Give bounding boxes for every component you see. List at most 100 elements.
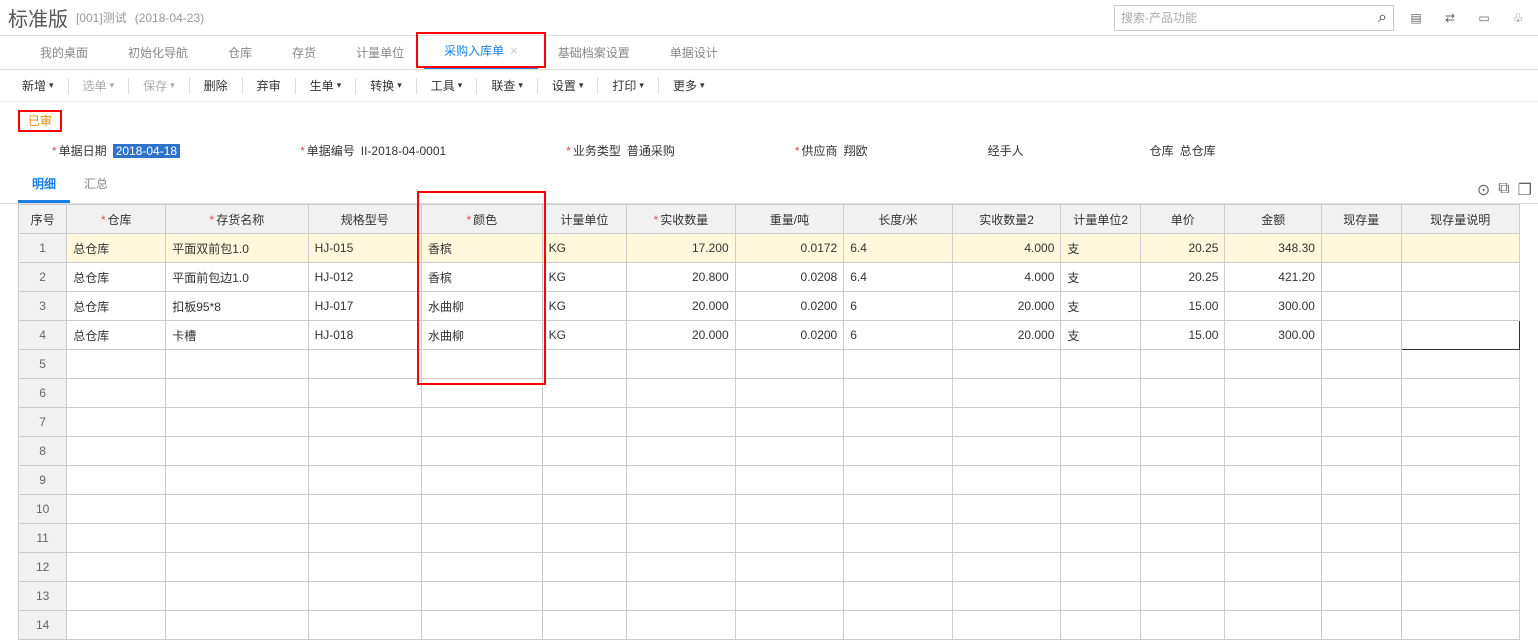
cell-len[interactable]: 6 [844, 321, 953, 350]
toolbar-保存[interactable]: 保存▾ [135, 77, 183, 94]
cell-empty[interactable] [627, 524, 736, 553]
cell-empty[interactable] [308, 379, 421, 408]
cell-empty[interactable] [735, 408, 844, 437]
cell-empty[interactable] [421, 553, 542, 582]
cell-empty[interactable] [542, 408, 626, 437]
col-7[interactable]: 重量/吨 [735, 205, 844, 234]
cell-empty[interactable] [1401, 582, 1519, 611]
cell-empty[interactable] [952, 466, 1061, 495]
cell-empty[interactable] [1321, 611, 1401, 640]
cell-empty[interactable] [1225, 553, 1322, 582]
cell-empty[interactable] [308, 582, 421, 611]
cell-empty[interactable] [1321, 437, 1401, 466]
cell-qty2[interactable]: 4.000 [952, 234, 1061, 263]
cell-empty[interactable] [1141, 495, 1225, 524]
cell-empty[interactable] [952, 524, 1061, 553]
cell-color[interactable]: 水曲柳 [421, 321, 542, 350]
cell-empty[interactable] [844, 582, 953, 611]
table-row[interactable]: 11 [19, 524, 1520, 553]
cell-color[interactable]: 水曲柳 [421, 292, 542, 321]
cell-empty[interactable] [1141, 437, 1225, 466]
cell-seq[interactable]: 1 [19, 234, 67, 263]
cell-empty[interactable] [1061, 582, 1141, 611]
cell-seq[interactable]: 3 [19, 292, 67, 321]
toolbar-工具[interactable]: 工具▾ [423, 77, 471, 94]
cell-empty[interactable] [735, 379, 844, 408]
cell-empty[interactable] [67, 524, 166, 553]
cell-empty[interactable]: 9 [19, 466, 67, 495]
table-row[interactable]: 7 [19, 408, 1520, 437]
tab-4[interactable]: 计量单位 [336, 35, 424, 69]
cell-name[interactable]: 平面双前包1.0 [166, 234, 308, 263]
cell-empty[interactable] [421, 350, 542, 379]
col-13[interactable]: 现存量 [1321, 205, 1401, 234]
cell-empty[interactable] [627, 437, 736, 466]
cell-empty[interactable] [1061, 408, 1141, 437]
cell-note[interactable] [1401, 292, 1519, 321]
tab-detail[interactable]: 明细 [18, 169, 70, 203]
cell-amount[interactable]: 300.00 [1225, 321, 1322, 350]
cell-color[interactable]: 香槟 [421, 234, 542, 263]
tab-5[interactable]: 采购入库单× [424, 35, 538, 69]
toolbar-设置[interactable]: 设置▾ [544, 77, 592, 94]
cell-empty[interactable] [542, 379, 626, 408]
cell-empty[interactable] [844, 379, 953, 408]
col-6[interactable]: *实收数量 [627, 205, 736, 234]
cell-empty[interactable] [421, 379, 542, 408]
cell-empty[interactable] [1141, 350, 1225, 379]
cell-empty[interactable] [1061, 553, 1141, 582]
tab-7[interactable]: 单据设计 [650, 35, 738, 69]
cell-amount[interactable]: 300.00 [1225, 292, 1322, 321]
cell-empty[interactable] [1141, 611, 1225, 640]
toolbar-生单[interactable]: 生单▾ [302, 77, 350, 94]
cell-empty[interactable] [166, 495, 308, 524]
cell-empty[interactable] [166, 582, 308, 611]
search-input[interactable] [1121, 11, 1378, 25]
cell-empty[interactable] [542, 611, 626, 640]
cell-qty[interactable]: 20.000 [627, 292, 736, 321]
cell-empty[interactable] [952, 611, 1061, 640]
cell-empty[interactable] [542, 495, 626, 524]
cell-weight[interactable]: 0.0208 [735, 263, 844, 292]
cell-empty[interactable] [1225, 611, 1322, 640]
col-2[interactable]: *存货名称 [166, 205, 308, 234]
cell-empty[interactable]: 6 [19, 379, 67, 408]
cell-empty[interactable] [627, 553, 736, 582]
cell-empty[interactable] [1321, 408, 1401, 437]
cell-empty[interactable] [1225, 379, 1322, 408]
cell-empty[interactable] [1225, 408, 1322, 437]
cell-empty[interactable] [542, 553, 626, 582]
cell-empty[interactable]: 8 [19, 437, 67, 466]
table-row[interactable]: 14 [19, 611, 1520, 640]
cell-note[interactable] [1401, 234, 1519, 263]
cell-qty2[interactable]: 20.000 [952, 321, 1061, 350]
col-8[interactable]: 长度/米 [844, 205, 953, 234]
cell-amount[interactable]: 421.20 [1225, 263, 1322, 292]
cell-empty[interactable] [735, 553, 844, 582]
cell-weight[interactable]: 0.0172 [735, 234, 844, 263]
cell-qty2[interactable]: 20.000 [952, 292, 1061, 321]
cell-empty[interactable] [67, 582, 166, 611]
table-row[interactable]: 13 [19, 582, 1520, 611]
cell-empty[interactable] [308, 437, 421, 466]
location-icon[interactable]: ⊙ [1477, 180, 1490, 200]
cell-empty[interactable] [166, 379, 308, 408]
cell-empty[interactable] [1061, 437, 1141, 466]
cell-unit[interactable]: KG [542, 234, 626, 263]
bell-icon[interactable]: ♧ [1506, 6, 1530, 30]
toolbar-弃审[interactable]: 弃审 [249, 77, 289, 94]
cell-empty[interactable] [1225, 466, 1322, 495]
cell-empty[interactable] [1225, 582, 1322, 611]
col-5[interactable]: 计量单位 [542, 205, 626, 234]
cell-empty[interactable] [1321, 553, 1401, 582]
search-icon[interactable]: ⌕ [1378, 9, 1387, 27]
cell-weight[interactable]: 0.0200 [735, 321, 844, 350]
cell-empty[interactable] [952, 437, 1061, 466]
cell-empty[interactable] [735, 611, 844, 640]
cell-empty[interactable] [67, 466, 166, 495]
cell-empty[interactable] [67, 553, 166, 582]
cell-empty[interactable] [542, 350, 626, 379]
cell-empty[interactable] [1141, 379, 1225, 408]
cell-empty[interactable] [421, 437, 542, 466]
cell-seq[interactable]: 2 [19, 263, 67, 292]
